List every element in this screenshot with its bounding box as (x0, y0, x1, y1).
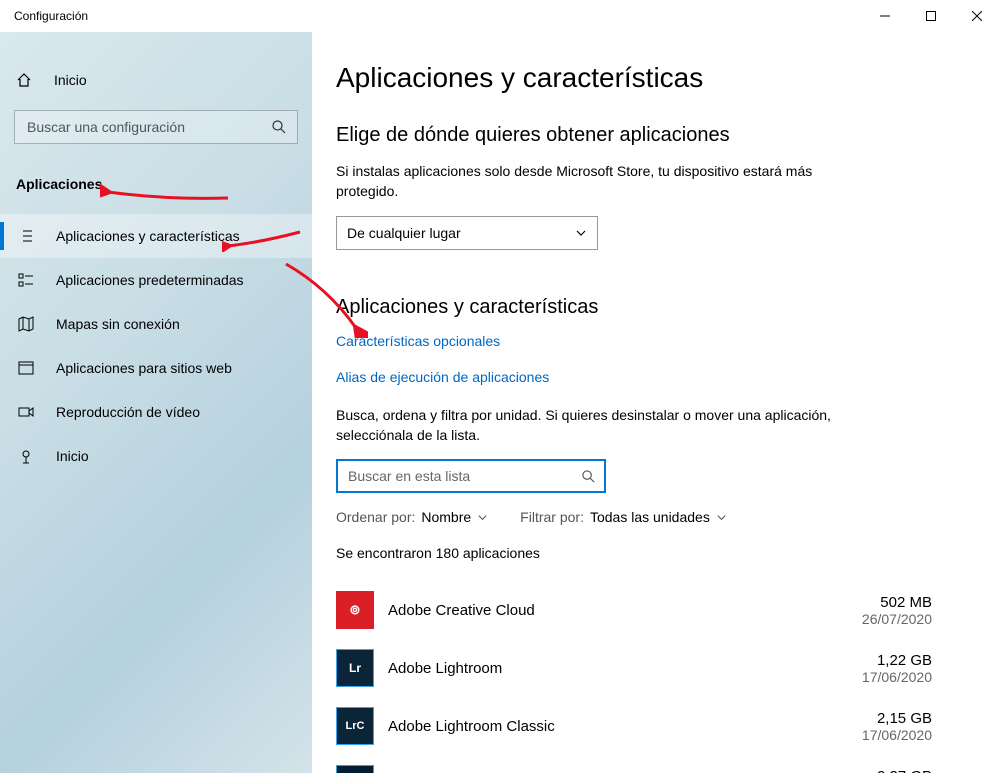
app-name: Adobe Lightroom (388, 660, 862, 677)
defaults-icon (16, 272, 36, 288)
filter-description: Busca, ordena y filtra por unidad. Si qu… (336, 405, 836, 446)
nav-startup[interactable]: Inicio (0, 434, 312, 478)
nav-label: Aplicaciones para sitios web (56, 360, 232, 376)
map-icon (16, 316, 36, 332)
close-button[interactable] (954, 0, 1000, 32)
sort-value: Nombre (421, 509, 471, 525)
app-icon: Ps (336, 765, 374, 773)
app-row[interactable]: LrC Adobe Lightroom Classic 2,15 GB 17/0… (336, 697, 960, 755)
optional-features-link[interactable]: Características opcionales (336, 333, 960, 349)
chevron-down-icon (477, 512, 488, 523)
app-date: 17/06/2020 (862, 727, 932, 743)
nav-label: Inicio (56, 448, 89, 464)
app-meta: 1,22 GB 17/06/2020 (862, 652, 932, 685)
nav-label: Aplicaciones y características (56, 228, 240, 244)
chevron-down-icon (716, 512, 727, 523)
home-nav[interactable]: Inicio (0, 60, 312, 100)
main-content: Aplicaciones y características Elige de … (312, 32, 1000, 773)
sidebar: Inicio Aplicaciones Aplicaciones y carac… (0, 32, 312, 773)
minimize-button[interactable] (862, 0, 908, 32)
window-title: Configuración (14, 9, 88, 23)
app-size: 2,37 GB (862, 768, 932, 773)
sort-label: Ordenar por: (336, 509, 415, 525)
app-icon: LrC (336, 707, 374, 745)
source-heading: Elige de dónde quieres obtener aplicacio… (336, 124, 960, 147)
app-row[interactable]: Ps Adobe Photoshop 2020 2,37 GB 22/07/20… (336, 755, 960, 773)
titlebar: Configuración (0, 0, 1000, 32)
app-date: 17/06/2020 (862, 669, 932, 685)
app-name: Adobe Lightroom Classic (388, 718, 862, 735)
dropdown-value: De cualquier lugar (347, 225, 461, 241)
sort-by[interactable]: Ordenar por: Nombre (336, 509, 488, 525)
nav-label: Aplicaciones predeterminadas (56, 272, 244, 288)
website-icon (16, 360, 36, 376)
app-meta: 502 MB 26/07/2020 (862, 594, 932, 627)
window-controls (862, 0, 1000, 32)
nav-label: Mapas sin conexión (56, 316, 180, 332)
app-size: 2,15 GB (862, 710, 932, 727)
home-icon (16, 72, 36, 88)
list-icon (16, 228, 36, 244)
home-label: Inicio (54, 72, 87, 88)
nav-label: Reproducción de vídeo (56, 404, 200, 420)
sidebar-section-label: Aplicaciones (0, 172, 312, 196)
filter-label: Filtrar por: (520, 509, 584, 525)
sidebar-search-input[interactable] (27, 119, 271, 135)
app-count: Se encontraron 180 aplicaciones (336, 545, 960, 561)
nav-apps-features[interactable]: Aplicaciones y características (0, 214, 312, 258)
chevron-down-icon (575, 227, 587, 239)
app-list: ⊚ Adobe Creative Cloud 502 MB 26/07/2020… (336, 581, 960, 773)
app-date: 26/07/2020 (862, 611, 932, 627)
page-title: Aplicaciones y características (336, 62, 960, 94)
filter-by[interactable]: Filtrar por: Todas las unidades (520, 509, 727, 525)
execution-alias-link[interactable]: Alias de ejecución de aplicaciones (336, 369, 960, 385)
app-search-input[interactable] (348, 468, 581, 484)
app-size: 1,22 GB (862, 652, 932, 669)
nav-offline-maps[interactable]: Mapas sin conexión (0, 302, 312, 346)
app-search[interactable] (336, 459, 606, 493)
video-icon (16, 404, 36, 420)
app-icon: Lr (336, 649, 374, 687)
search-icon (581, 469, 596, 484)
app-name: Adobe Creative Cloud (388, 602, 862, 619)
filter-row: Ordenar por: Nombre Filtrar por: Todas l… (336, 509, 960, 525)
search-icon (271, 119, 287, 135)
app-icon: ⊚ (336, 591, 374, 629)
nav-video-playback[interactable]: Reproducción de vídeo (0, 390, 312, 434)
sidebar-nav: Aplicaciones y características Aplicacio… (0, 214, 312, 478)
sidebar-search[interactable] (14, 110, 298, 144)
app-row[interactable]: Lr Adobe Lightroom 1,22 GB 17/06/2020 (336, 639, 960, 697)
filter-value: Todas las unidades (590, 509, 710, 525)
app-size: 502 MB (862, 594, 932, 611)
app-meta: 2,37 GB 22/07/2020 (862, 768, 932, 773)
nav-default-apps[interactable]: Aplicaciones predeterminadas (0, 258, 312, 302)
apps-heading: Aplicaciones y características (336, 296, 960, 319)
app-row[interactable]: ⊚ Adobe Creative Cloud 502 MB 26/07/2020 (336, 581, 960, 639)
source-dropdown[interactable]: De cualquier lugar (336, 216, 598, 250)
maximize-button[interactable] (908, 0, 954, 32)
nav-apps-websites[interactable]: Aplicaciones para sitios web (0, 346, 312, 390)
source-description: Si instalas aplicaciones solo desde Micr… (336, 161, 836, 202)
startup-icon (16, 448, 36, 464)
app-meta: 2,15 GB 17/06/2020 (862, 710, 932, 743)
